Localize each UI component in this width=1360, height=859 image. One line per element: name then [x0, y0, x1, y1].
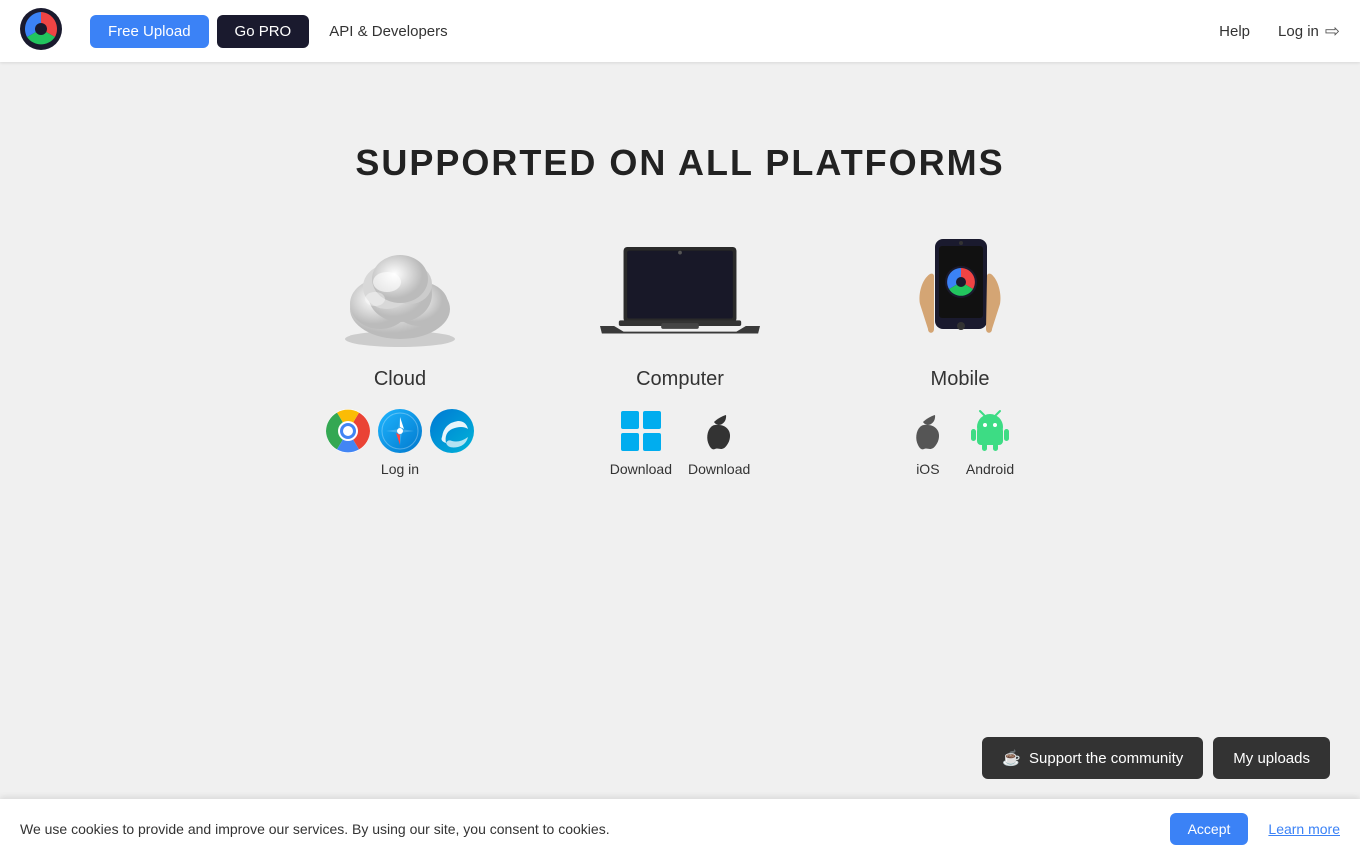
- login-button[interactable]: Log in ⇨: [1278, 21, 1340, 42]
- free-upload-button[interactable]: Free Upload: [90, 15, 209, 48]
- mobile-platform-name: Mobile: [931, 368, 990, 391]
- cloud-login-label: Log in: [381, 461, 419, 477]
- android-label: Android: [966, 461, 1014, 477]
- cloud-actions: Log in: [326, 409, 474, 477]
- windows-download-action[interactable]: Download: [610, 409, 672, 477]
- ios-action[interactable]: iOS: [906, 409, 950, 477]
- main-content: SUPPORTED ON ALL PLATFORMS: [0, 62, 1360, 799]
- browser-icons: [326, 409, 474, 453]
- platform-card-mobile: Mobile iOS: [860, 234, 1060, 477]
- chrome-icon: [326, 409, 370, 453]
- learn-more-button[interactable]: Learn more: [1268, 821, 1340, 837]
- safari-icon: [378, 409, 422, 453]
- ios-label: iOS: [916, 461, 939, 477]
- cookie-banner: We use cookies to provide and improve ou…: [0, 799, 1360, 859]
- header-right: Help Log in ⇨: [1219, 21, 1340, 42]
- edge-icon: [430, 409, 474, 453]
- cloud-image: [320, 234, 480, 354]
- computer-actions: Download Download: [610, 409, 751, 477]
- platforms-grid: Cloud: [300, 234, 1060, 477]
- help-link[interactable]: Help: [1219, 23, 1250, 40]
- platform-card-computer: Computer Download: [580, 234, 780, 477]
- accept-cookies-button[interactable]: Accept: [1170, 813, 1249, 845]
- login-arrow-icon: ⇨: [1325, 21, 1340, 42]
- support-community-button[interactable]: ☕ Support the community: [982, 737, 1203, 779]
- floating-buttons: ☕ Support the community My uploads: [982, 737, 1330, 779]
- cloud-login-action[interactable]: Log in: [326, 409, 474, 477]
- windows-icon: [619, 409, 663, 453]
- go-pro-button[interactable]: Go PRO: [217, 15, 310, 48]
- ios-icon: [906, 409, 950, 453]
- apple-download-label: Download: [688, 461, 750, 477]
- computer-platform-name: Computer: [636, 368, 724, 391]
- coffee-icon: ☕: [1002, 749, 1021, 767]
- mobile-image: [880, 234, 1040, 354]
- platform-card-cloud: Cloud: [300, 234, 500, 477]
- cookie-message: We use cookies to provide and improve ou…: [20, 821, 1150, 837]
- cloud-platform-name: Cloud: [374, 368, 426, 391]
- android-icon: [968, 409, 1012, 453]
- my-uploads-button[interactable]: My uploads: [1213, 737, 1330, 779]
- section-title: SUPPORTED ON ALL PLATFORMS: [355, 142, 1004, 184]
- apple-icon: [697, 409, 741, 453]
- android-action[interactable]: Android: [966, 409, 1014, 477]
- computer-image: [600, 234, 760, 354]
- main-nav: API & Developers: [329, 23, 1219, 40]
- apple-download-action[interactable]: Download: [688, 409, 750, 477]
- nav-api-developers[interactable]: API & Developers: [329, 23, 447, 40]
- mobile-actions: iOS: [906, 409, 1014, 477]
- header: Free Upload Go PRO API & Developers Help…: [0, 0, 1360, 62]
- logo[interactable]: [20, 8, 76, 55]
- windows-download-label: Download: [610, 461, 672, 477]
